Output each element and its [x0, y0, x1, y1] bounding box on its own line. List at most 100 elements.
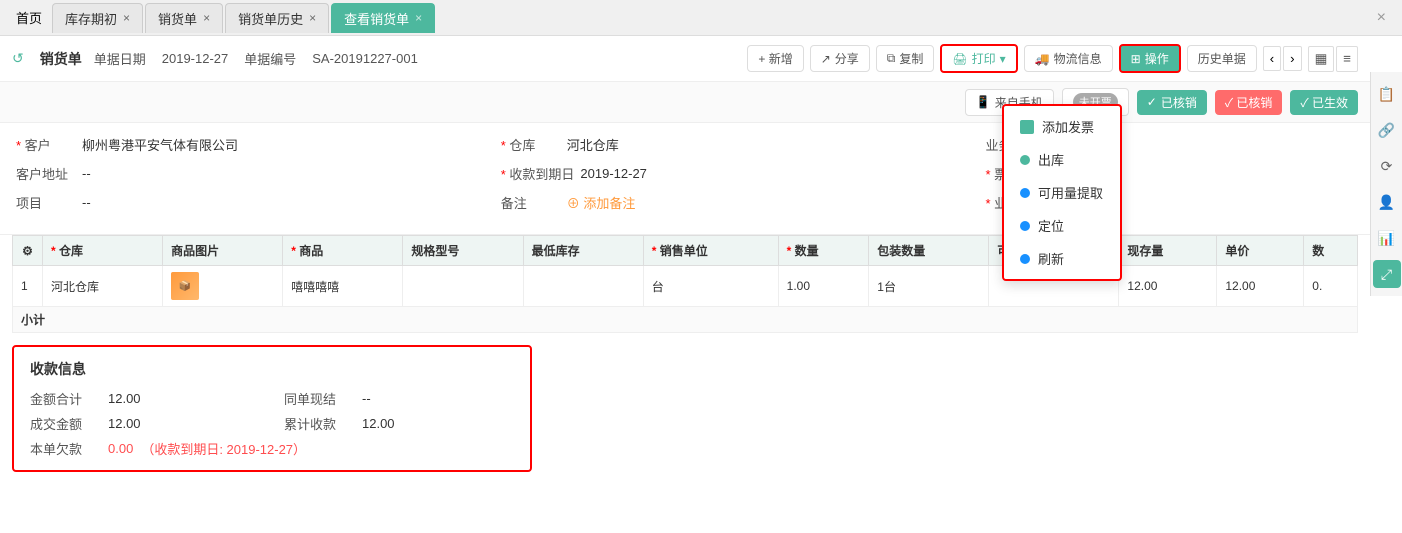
locate-item[interactable]: 定位 [1004, 209, 1120, 242]
col-unit: 销售单位 [643, 236, 778, 266]
arrears-row: 本单欠款 0.00 （收款到期日: 2019-12-27） [30, 439, 514, 458]
doc-icon: ↺ [12, 50, 24, 67]
effective-icon: ✓ [1300, 96, 1308, 110]
tab-sales-label: 销货单 [158, 9, 197, 28]
print-icon: 🖨 [952, 52, 967, 66]
print-button[interactable]: 🖨 打印 ▾ [940, 44, 1017, 73]
doc-number-value: SA-20191227-001 [312, 51, 418, 66]
tab-sales[interactable]: 销货单 × [145, 3, 223, 33]
doc-header: ↺ 销货单 单据日期 2019-12-27 单据编号 SA-20191227-0… [0, 36, 1370, 82]
tab-view-sales-close[interactable]: × [415, 11, 422, 25]
right-sidebar: 📋 🔗 ⟳ 👤 📊 ⤢ [1370, 72, 1402, 296]
sidebar-chart-icon[interactable]: 📊 [1373, 224, 1401, 252]
row-no: 1 [13, 266, 43, 307]
row-price: 12.00 [1217, 266, 1304, 307]
next-button[interactable]: › [1283, 46, 1301, 71]
tab-inventory[interactable]: 库存期初 × [52, 3, 143, 33]
product-table: ⚙ 仓库 商品图片 商品 规格型号 最低库存 销售单位 数量 包装数量 可用量 … [12, 235, 1358, 333]
tab-sales-history[interactable]: 销货单历史 × [225, 3, 329, 33]
out-warehouse-icon [1020, 155, 1030, 165]
row-warehouse: 河北仓库 [43, 266, 163, 307]
operations-dropdown: 添加发票 出库 可用量提取 定位 刷新 [1002, 104, 1122, 281]
payment-date-label: 收款到期日 [501, 164, 575, 183]
out-warehouse-item[interactable]: 出库 [1004, 143, 1120, 176]
copy-icon: ⧉ [887, 51, 896, 66]
new-button[interactable]: + 新增 [747, 45, 803, 72]
row-min-stock [523, 266, 643, 307]
warehouse-value: 河北仓库 [567, 135, 619, 154]
summary-section: 收款信息 金额合计 12.00 同单现结 -- 成交金额 12.00 累计收款 … [12, 345, 532, 472]
sidebar-expand-icon[interactable]: ⤢ [1373, 260, 1401, 288]
list-view-button[interactable]: ≡ [1336, 46, 1358, 72]
deal-amount-value: 12.00 [108, 416, 141, 431]
tab-sales-close[interactable]: × [203, 11, 210, 25]
locate-icon [1020, 221, 1030, 231]
same-order-row: 同单现结 -- [284, 389, 514, 408]
col-pack-qty: 包装数量 [869, 236, 989, 266]
available-qty-item[interactable]: 可用量提取 [1004, 176, 1120, 209]
tab-inventory-close[interactable]: × [123, 11, 130, 25]
locate-label: 定位 [1038, 216, 1064, 235]
total-label: 金额合计 [30, 389, 100, 408]
doc-type: 销货单 [40, 49, 82, 69]
payment-date-field: 收款到期日 2019-12-27 [501, 164, 962, 183]
operations-icon: ⊞ [1131, 52, 1141, 66]
sidebar-refresh-icon[interactable]: ⟳ [1373, 152, 1401, 180]
row-product: 嘻嘻嘻嘻 [283, 266, 403, 307]
address-field: 客户地址 -- [16, 164, 477, 183]
col-warehouse: 仓库 [43, 236, 163, 266]
operations-button[interactable]: ⊞ 操作 [1119, 44, 1181, 73]
row-image: 📦 [163, 266, 283, 307]
customer-field: 客户 柳州粤港平安气体有限公司 [16, 135, 477, 154]
col-settings[interactable]: ⚙ [13, 236, 43, 266]
phone-icon: 📱 [976, 95, 991, 109]
grid-view-button[interactable]: ▦ [1308, 46, 1335, 72]
arrears-note: （收款到期日: 2019-12-27） [141, 439, 306, 458]
copy-button[interactable]: ⧉ 复制 [876, 45, 935, 72]
prev-button[interactable]: ‹ [1263, 46, 1281, 71]
total-row: 金额合计 12.00 [30, 389, 260, 408]
col-amount: 数 [1304, 236, 1358, 266]
cumulative-row: 累计收款 12.00 [284, 414, 514, 433]
payment-date-value: 2019-12-27 [580, 166, 647, 181]
sidebar-link-icon[interactable]: 🔗 [1373, 116, 1401, 144]
refresh-item[interactable]: 刷新 [1004, 242, 1120, 275]
share-button[interactable]: ↗ 分享 [810, 45, 870, 72]
tab-view-sales[interactable]: 查看销货单 × [331, 3, 435, 33]
tab-sales-history-close[interactable]: × [309, 11, 316, 25]
sold-label: 已核销 [1236, 96, 1272, 110]
address-value: -- [82, 166, 91, 181]
print-label: 打印 [972, 50, 996, 67]
logistics-icon: 🚚 [1035, 52, 1050, 66]
effective-button[interactable]: ✓ 已生效 [1290, 90, 1358, 115]
window-close-button[interactable]: × [1369, 5, 1394, 31]
refresh-icon [1020, 254, 1030, 264]
col-price: 单价 [1217, 236, 1304, 266]
col-product: 商品 [283, 236, 403, 266]
sold-icon: ✓ [1225, 96, 1233, 110]
add-invoice-item[interactable]: 添加发票 [1004, 110, 1120, 143]
sold-button[interactable]: ✓ 已核销 [1215, 90, 1283, 115]
sidebar-user-icon[interactable]: 👤 [1373, 188, 1401, 216]
operations-label: 操作 [1145, 50, 1169, 67]
tab-home[interactable]: 首页 [8, 2, 50, 33]
note-label: 备注 [501, 193, 561, 212]
deal-amount-row: 成交金额 12.00 [30, 414, 260, 433]
sidebar-doc-icon[interactable]: 📋 [1373, 80, 1401, 108]
add-invoice-label: 添加发票 [1042, 117, 1094, 136]
doc-number-label: 单据编号 [244, 49, 296, 68]
arrears-label: 本单欠款 [30, 439, 100, 458]
total-value: 12.00 [108, 391, 141, 406]
project-label: 项目 [16, 193, 76, 212]
warehouse-field: 仓库 河北仓库 [501, 135, 962, 154]
form-section: 客户 柳州粤港平安气体有限公司 仓库 河北仓库 业务员 演示账号 客户地址 -- [0, 123, 1370, 235]
logistics-button[interactable]: 🚚 物流信息 [1024, 45, 1113, 72]
share-label: 分享 [835, 50, 859, 67]
cumulative-label: 累计收款 [284, 414, 354, 433]
history-button[interactable]: 历史单据 [1187, 45, 1257, 72]
add-note-button[interactable]: 添加备注 [567, 193, 636, 212]
deal-amount-label: 成交金额 [30, 414, 100, 433]
row-spec [403, 266, 523, 307]
subtotal-label: 小计 [13, 307, 1358, 333]
check-button[interactable]: ✓ 已核销 [1137, 90, 1207, 115]
